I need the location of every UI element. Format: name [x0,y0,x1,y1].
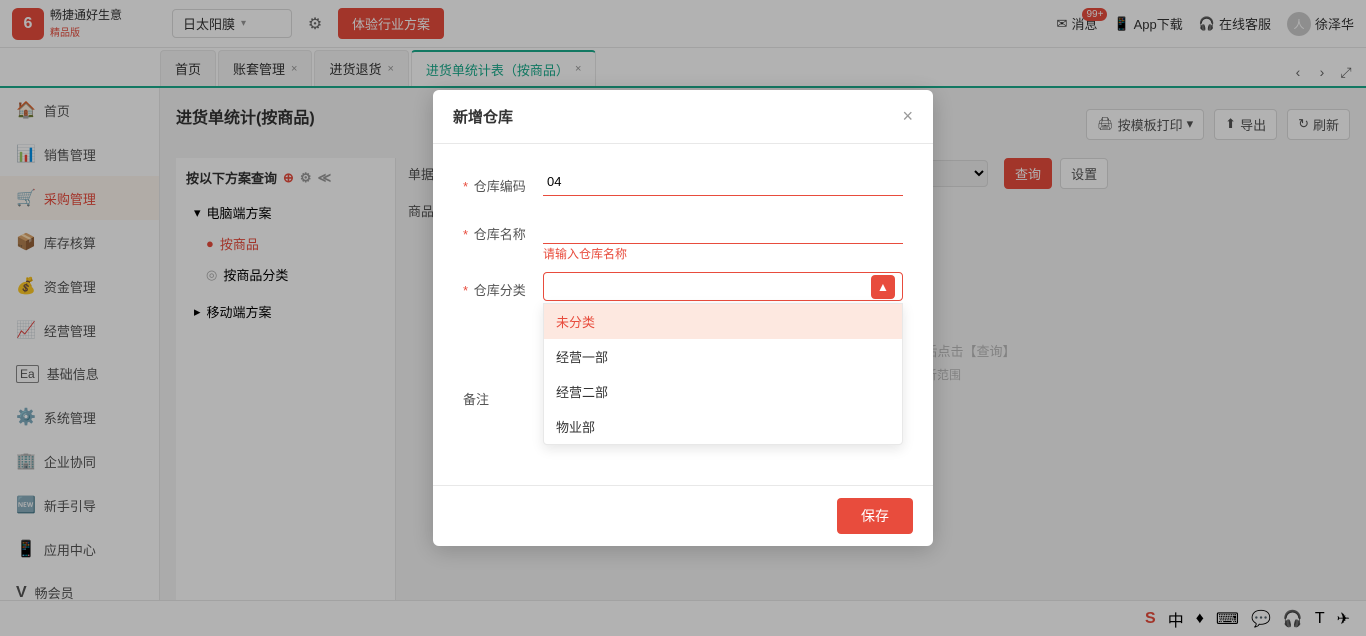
form-row-category: * 仓库分类 ▲ 未分类 经营一部 经营二部 物业部 [463,272,903,301]
save-button[interactable]: 保存 [837,498,913,534]
modal-close-button[interactable]: × [902,106,913,127]
form-row-code: * 仓库编码 [463,168,903,196]
name-input[interactable] [543,216,903,244]
modal-body: * 仓库编码 * 仓库名称 请输入仓库名称 * [433,144,933,485]
form-row-name: * 仓库名称 请输入仓库名称 [463,216,903,244]
modal-title: 新增仓库 [453,106,513,127]
dropdown-item-dept1[interactable]: 经营一部 [544,339,902,374]
modal-footer: 保存 [433,485,933,546]
code-label: * 仓库编码 [463,168,543,195]
category-input[interactable] [543,272,903,301]
category-arrow-icon[interactable]: ▲ [871,275,895,299]
category-select-wrapper: ▲ 未分类 经营一部 经营二部 物业部 [543,272,903,301]
modal-header: 新增仓库 × [433,90,933,144]
dropdown-item-dept2[interactable]: 经营二部 [544,374,902,409]
dropdown-item-none[interactable]: 未分类 [544,304,902,339]
modal-overlay[interactable]: 新增仓库 × * 仓库编码 * 仓库名称 请输入仓库名称 [0,0,1366,636]
dropdown-item-dept3[interactable]: 物业部 [544,409,902,444]
name-label: * 仓库名称 [463,216,543,243]
warehouse-modal: 新增仓库 × * 仓库编码 * 仓库名称 请输入仓库名称 [433,90,933,546]
category-dropdown: 未分类 经营一部 经营二部 物业部 [543,303,903,445]
notes-label: 备注 [463,381,543,408]
code-input[interactable] [543,168,903,196]
name-error-tip: 请输入仓库名称 [543,245,627,262]
category-label: * 仓库分类 [463,272,543,299]
